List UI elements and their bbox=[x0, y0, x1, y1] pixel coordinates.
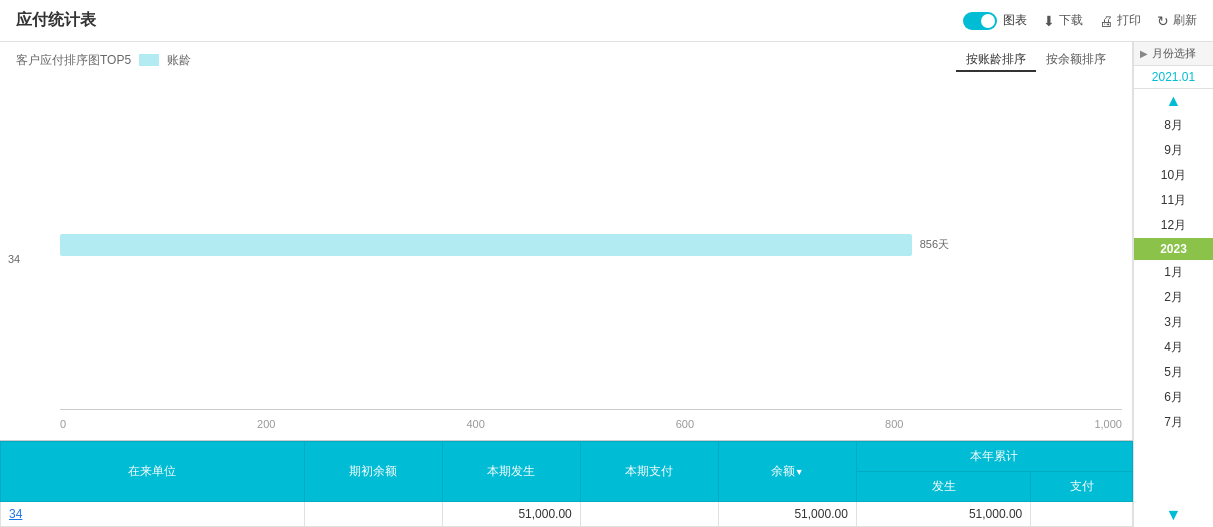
toggle-knob bbox=[981, 14, 995, 28]
print-icon: 🖨 bbox=[1099, 13, 1113, 29]
legend-box bbox=[139, 54, 159, 66]
sidebar-month-12[interactable]: 12月 bbox=[1134, 213, 1213, 238]
x-tick-0: 0 bbox=[60, 418, 66, 430]
cell-ytd-occ: 51,000.00 bbox=[856, 502, 1030, 527]
toggle-label: 图表 bbox=[1003, 12, 1027, 29]
month-sidebar: ▶ 月份选择 2021.01 ▲ 8月 9月 10月 11月 12月 2023 … bbox=[1133, 42, 1213, 527]
sidebar-year-value[interactable]: 2021.01 bbox=[1134, 66, 1213, 89]
col-current-occ: 本期发生 bbox=[442, 442, 580, 502]
table-row: 34 51,000.00 51,000.00 51,000.00 bbox=[1, 502, 1133, 527]
sort-by-age-button[interactable]: 按账龄排序 bbox=[956, 49, 1036, 72]
sidebar-up-button[interactable]: ▲ bbox=[1134, 89, 1213, 113]
print-label: 打印 bbox=[1117, 12, 1141, 29]
sidebar-month-7[interactable]: 7月 bbox=[1134, 410, 1213, 435]
download-label: 下载 bbox=[1059, 12, 1083, 29]
sidebar-month-10[interactable]: 10月 bbox=[1134, 163, 1213, 188]
cell-current-pay bbox=[580, 502, 718, 527]
sidebar-month-2[interactable]: 2月 bbox=[1134, 285, 1213, 310]
refresh-icon: ↻ bbox=[1157, 13, 1169, 29]
x-axis-ticks: 0 200 400 600 800 1,000 bbox=[60, 418, 1122, 430]
col-balance: 余额▼ bbox=[718, 442, 856, 502]
chart-y-label: 34 bbox=[8, 253, 20, 265]
cell-current-occ: 51,000.00 bbox=[442, 502, 580, 527]
download-icon: ⬇ bbox=[1043, 13, 1055, 29]
col-opening: 期初余额 bbox=[304, 442, 442, 502]
sort-by-balance-button[interactable]: 按余额排序 bbox=[1036, 49, 1116, 72]
col-ytd-pay: 支付 bbox=[1031, 472, 1133, 502]
x-tick-800: 800 bbox=[885, 418, 903, 430]
refresh-button[interactable]: ↻ 刷新 bbox=[1157, 12, 1197, 29]
chart-bar bbox=[60, 234, 912, 256]
download-button[interactable]: ⬇ 下载 bbox=[1043, 12, 1083, 29]
sort-buttons: 按账龄排序 按余额排序 bbox=[956, 49, 1116, 72]
chart-toggle[interactable] bbox=[963, 12, 997, 30]
x-tick-400: 400 bbox=[466, 418, 484, 430]
chart-toggle-wrap[interactable]: 图表 bbox=[963, 12, 1027, 30]
table-header-row1: 在来单位 期初余额 本期发生 本期支付 余额▼ 本年累计 bbox=[1, 442, 1133, 472]
chart-section: 客户应付排序图TOP5 账龄 按账龄排序 按余额排序 34 bbox=[0, 42, 1133, 440]
col-ytd: 本年累计 bbox=[856, 442, 1132, 472]
sidebar-title: 月份选择 bbox=[1152, 46, 1196, 61]
sidebar-month-9[interactable]: 9月 bbox=[1134, 138, 1213, 163]
x-tick-1000: 1,000 bbox=[1094, 418, 1122, 430]
sidebar-month-4[interactable]: 4月 bbox=[1134, 335, 1213, 360]
col-unit: 在来单位 bbox=[1, 442, 305, 502]
data-table: 在来单位 期初余额 本期发生 本期支付 余额▼ 本年累计 发生 支付 bbox=[0, 441, 1133, 527]
cell-unit: 34 bbox=[1, 502, 305, 527]
sidebar-month-8[interactable]: 8月 bbox=[1134, 113, 1213, 138]
x-tick-200: 200 bbox=[257, 418, 275, 430]
chart-legend: 客户应付排序图TOP5 账龄 bbox=[16, 52, 191, 69]
sidebar-months-list: 8月 9月 10月 11月 12月 2023 1月 2月 3月 4月 5月 6月… bbox=[1134, 113, 1213, 503]
sidebar-month-5[interactable]: 5月 bbox=[1134, 360, 1213, 385]
sidebar-month-11[interactable]: 11月 bbox=[1134, 188, 1213, 213]
sidebar-year-2023: 2023 bbox=[1134, 238, 1213, 260]
x-axis-line bbox=[60, 409, 1122, 410]
bar-label: 856天 bbox=[920, 237, 949, 252]
main-area: 客户应付排序图TOP5 账龄 按账龄排序 按余额排序 34 bbox=[0, 42, 1213, 527]
sidebar-month-1[interactable]: 1月 bbox=[1134, 260, 1213, 285]
sidebar-down-button[interactable]: ▼ bbox=[1134, 503, 1213, 527]
cell-ytd-pay bbox=[1031, 502, 1133, 527]
table-section: 在来单位 期初余额 本期发生 本期支付 余额▼ 本年累计 发生 支付 bbox=[0, 440, 1133, 527]
sidebar-arrow-icon: ▶ bbox=[1140, 48, 1148, 59]
chart-header: 客户应付排序图TOP5 账龄 按账龄排序 按余额排序 bbox=[0, 42, 1132, 78]
print-button[interactable]: 🖨 打印 bbox=[1099, 12, 1141, 29]
page-title: 应付统计表 bbox=[16, 10, 96, 31]
cell-opening bbox=[304, 502, 442, 527]
col-ytd-occ: 发生 bbox=[856, 472, 1030, 502]
sidebar-month-3[interactable]: 3月 bbox=[1134, 310, 1213, 335]
col-current-pay: 本期支付 bbox=[580, 442, 718, 502]
header-actions: 图表 ⬇ 下载 🖨 打印 ↻ 刷新 bbox=[963, 12, 1197, 30]
refresh-label: 刷新 bbox=[1173, 12, 1197, 29]
sidebar-month-6[interactable]: 6月 bbox=[1134, 385, 1213, 410]
legend-box-label: 账龄 bbox=[167, 52, 191, 69]
left-content: 客户应付排序图TOP5 账龄 按账龄排序 按余额排序 34 bbox=[0, 42, 1133, 527]
cell-balance: 51,000.00 bbox=[718, 502, 856, 527]
x-tick-600: 600 bbox=[676, 418, 694, 430]
unit-link[interactable]: 34 bbox=[9, 507, 22, 521]
legend-text: 客户应付排序图TOP5 bbox=[16, 52, 131, 69]
header: 应付统计表 图表 ⬇ 下载 🖨 打印 ↻ 刷新 bbox=[0, 0, 1213, 42]
